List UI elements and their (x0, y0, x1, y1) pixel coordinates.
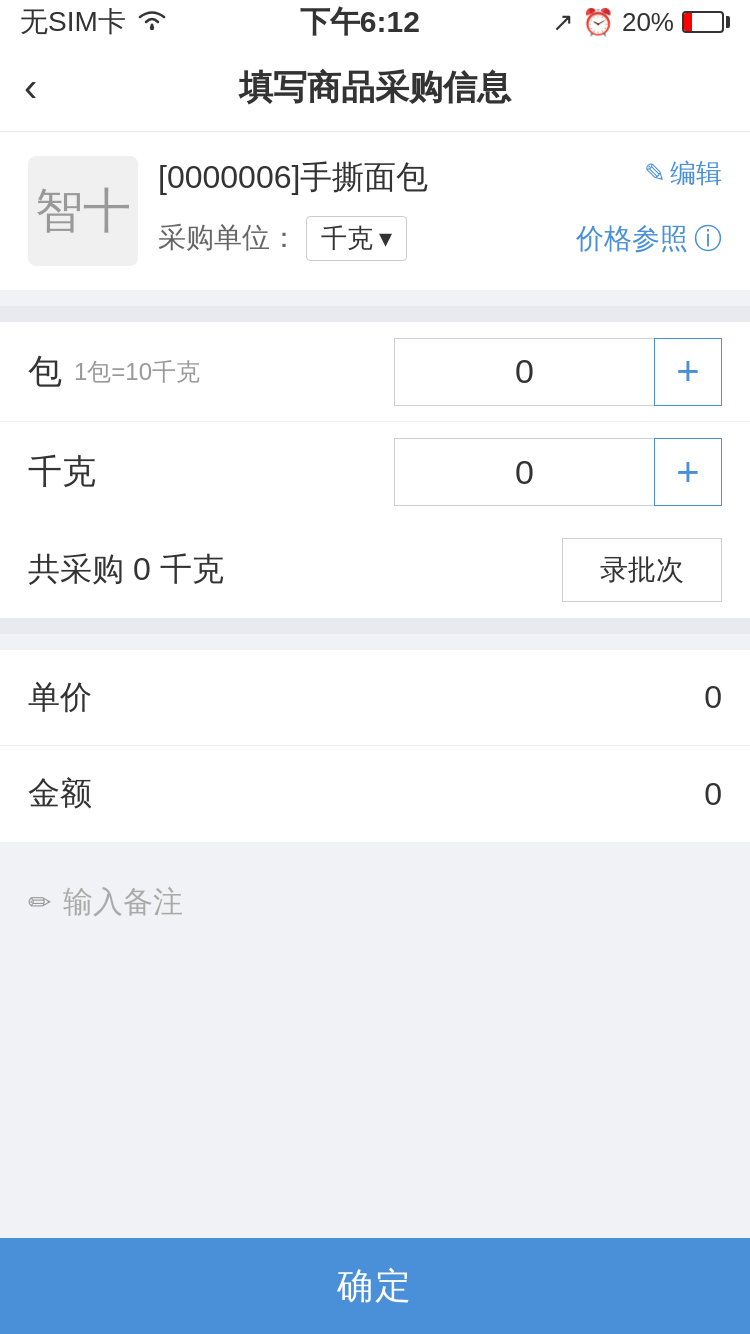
bao-input-box[interactable]: 0 (394, 338, 654, 406)
product-unit-row: 采购单位： 千克 ▾ 价格参照 ⓘ (158, 216, 722, 261)
location-icon: ↗ (552, 7, 574, 38)
price-label: 单价 (28, 676, 92, 720)
status-time: 下午6:12 (300, 2, 420, 43)
bao-input-right: 0 + (394, 338, 722, 406)
batch-button[interactable]: 录批次 (562, 538, 722, 602)
amount-value: 0 (704, 776, 722, 813)
price-row: 单价 0 (0, 650, 750, 746)
nav-bar: ‹ 填写商品采购信息 (0, 44, 750, 132)
remark-placeholder: 输入备注 (63, 882, 183, 923)
pencil-icon: ✏ (28, 886, 51, 919)
kg-plus-button[interactable]: + (654, 438, 722, 506)
total-row: 共采购 0 千克 录批次 (0, 522, 750, 618)
battery-label: 20% (622, 7, 674, 38)
price-value: 0 (704, 679, 722, 716)
edit-icon: ✎ (644, 158, 666, 189)
info-section: 单价 0 金额 0 (0, 650, 750, 842)
unit-label: 采购单位： 千克 ▾ (158, 216, 407, 261)
help-icon: ⓘ (694, 220, 722, 258)
section-divider-1 (0, 306, 750, 322)
battery-icon (682, 11, 730, 33)
product-thumb-text: 智十 (35, 179, 131, 243)
dropdown-arrow-icon: ▾ (379, 223, 392, 254)
product-thumbnail: 智十 (28, 156, 138, 266)
product-name: [0000006]手撕面包 (158, 156, 428, 200)
product-card: 智十 [0000006]手撕面包 ✎ 编辑 采购单位： 千克 ▾ 价格参照 ⓘ (0, 132, 750, 290)
amount-row: 金额 0 (0, 746, 750, 842)
kg-input-right: 0 + (394, 438, 722, 506)
unit-select[interactable]: 千克 ▾ (306, 216, 407, 261)
bao-input-row: 包 1包=10千克 0 + (0, 322, 750, 422)
alarm-icon: ⏰ (582, 7, 614, 38)
price-ref-button[interactable]: 价格参照 ⓘ (576, 220, 722, 258)
kg-input-box[interactable]: 0 (394, 438, 654, 506)
amount-label: 金额 (28, 772, 92, 816)
price-ref-label: 价格参照 (576, 220, 688, 258)
status-bar: 无SIM卡 下午6:12 ↗ ⏰ 20% (0, 0, 750, 44)
empty-area (0, 947, 750, 1247)
bao-plus-button[interactable]: + (654, 338, 722, 406)
confirm-button[interactable]: 确定 (0, 1238, 750, 1334)
product-info: [0000006]手撕面包 ✎ 编辑 采购单位： 千克 ▾ 价格参照 ⓘ (158, 156, 722, 261)
bao-sublabel: 1包=10千克 (74, 356, 200, 388)
input-section: 包 1包=10千克 0 + 千克 0 + (0, 322, 750, 522)
kg-label: 千克 (28, 449, 96, 495)
edit-label: 编辑 (670, 156, 722, 191)
section-divider-2 (0, 618, 750, 634)
status-right: ↗ ⏰ 20% (552, 7, 730, 38)
status-left: 无SIM卡 (20, 3, 168, 41)
product-top-row: [0000006]手撕面包 ✎ 编辑 (158, 156, 722, 200)
total-label: 共采购 0 千克 (28, 548, 224, 592)
kg-input-row: 千克 0 + (0, 422, 750, 522)
edit-button[interactable]: ✎ 编辑 (644, 156, 722, 191)
wifi-icon (136, 6, 168, 38)
carrier-label: 无SIM卡 (20, 3, 126, 41)
svg-point-0 (150, 26, 154, 30)
unit-value: 千克 (321, 221, 373, 256)
back-button[interactable]: ‹ (24, 65, 37, 110)
bao-label: 包 1包=10千克 (28, 349, 200, 395)
remark-section[interactable]: ✏ 输入备注 (0, 858, 750, 947)
page-title: 填写商品采购信息 (239, 65, 511, 111)
